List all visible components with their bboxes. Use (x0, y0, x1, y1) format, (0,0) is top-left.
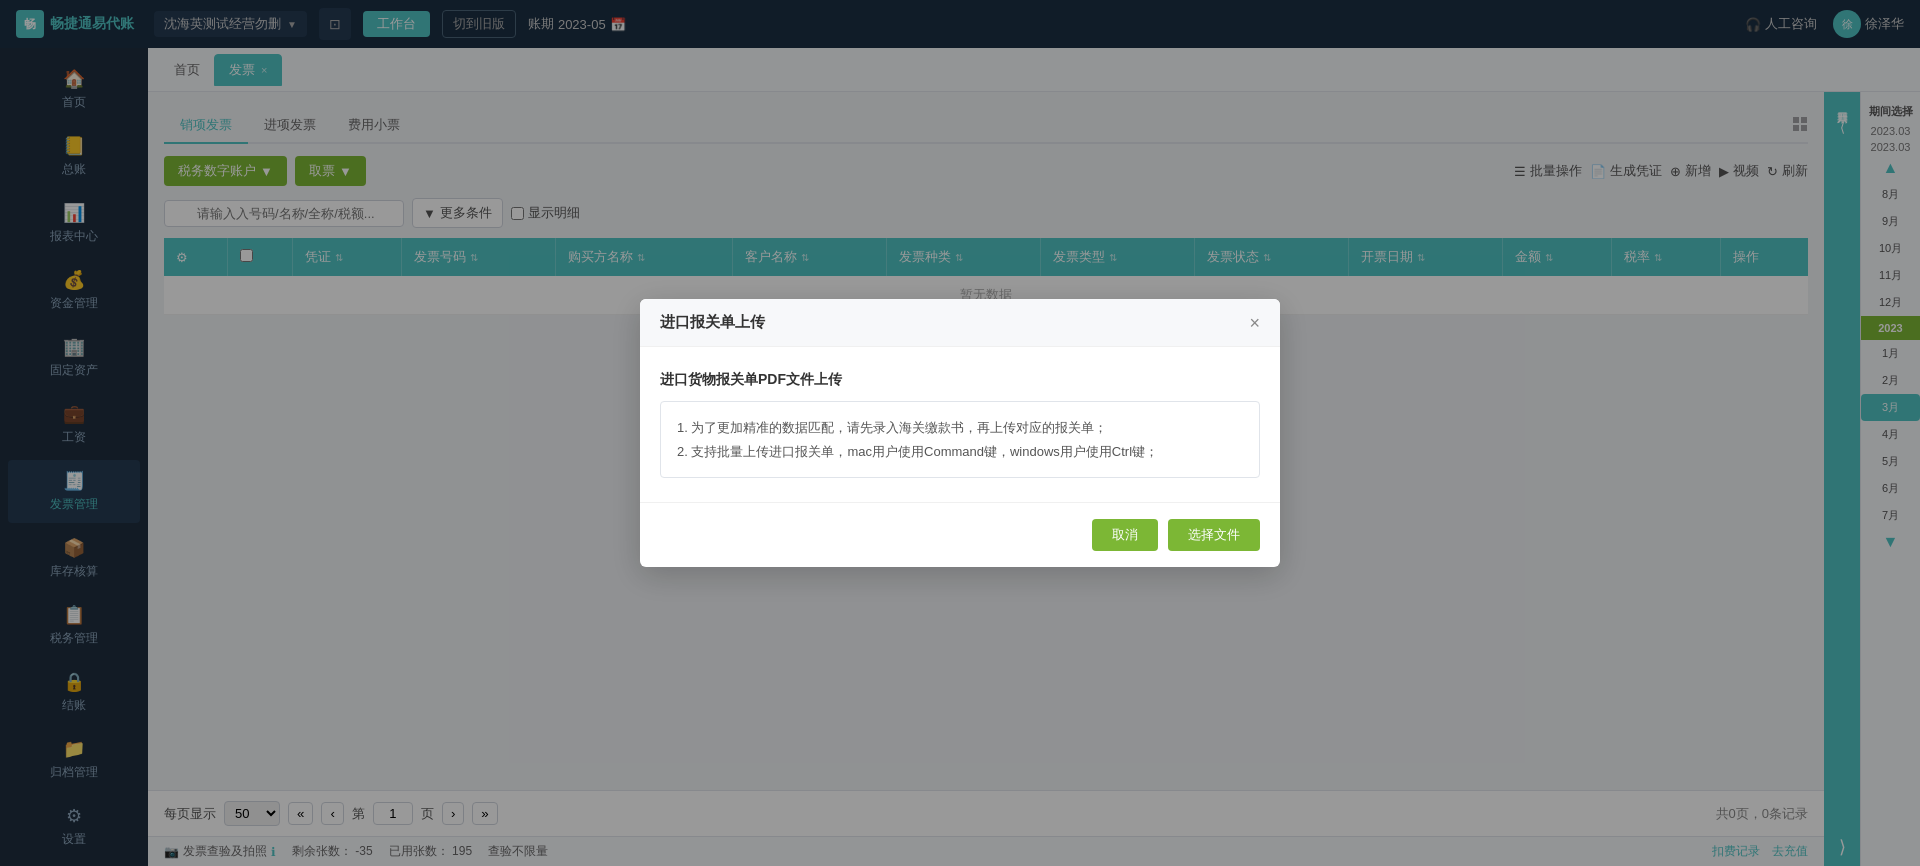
modal-instruction-1: 1. 为了更加精准的数据匹配，请先录入海关缴款书，再上传对应的报关单； (677, 416, 1243, 439)
modal-title: 进口报关单上传 (660, 313, 765, 332)
modal-overlay: 进口报关单上传 × 进口货物报关单PDF文件上传 1. 为了更加精准的数据匹配，… (0, 0, 1920, 866)
modal-info-box: 1. 为了更加精准的数据匹配，请先录入海关缴款书，再上传对应的报关单； 2. 支… (660, 401, 1260, 478)
modal-close-button[interactable]: × (1249, 314, 1260, 332)
modal-instruction-2: 2. 支持批量上传进口报关单，mac用户使用Command键，windows用户… (677, 440, 1243, 463)
modal-section-title: 进口货物报关单PDF文件上传 (660, 371, 1260, 389)
modal-body: 进口货物报关单PDF文件上传 1. 为了更加精准的数据匹配，请先录入海关缴款书，… (640, 347, 1280, 502)
modal-import-customs: 进口报关单上传 × 进口货物报关单PDF文件上传 1. 为了更加精准的数据匹配，… (640, 299, 1280, 567)
app-container: 畅 畅捷通易代账 沈海英测试经营勿删 ▼ ⊡ 工作台 切到旧版 账期 2023-… (0, 0, 1920, 866)
modal-select-file-button[interactable]: 选择文件 (1168, 519, 1260, 551)
modal-cancel-button[interactable]: 取消 (1092, 519, 1158, 551)
modal-header: 进口报关单上传 × (640, 299, 1280, 347)
modal-footer: 取消 选择文件 (640, 502, 1280, 567)
